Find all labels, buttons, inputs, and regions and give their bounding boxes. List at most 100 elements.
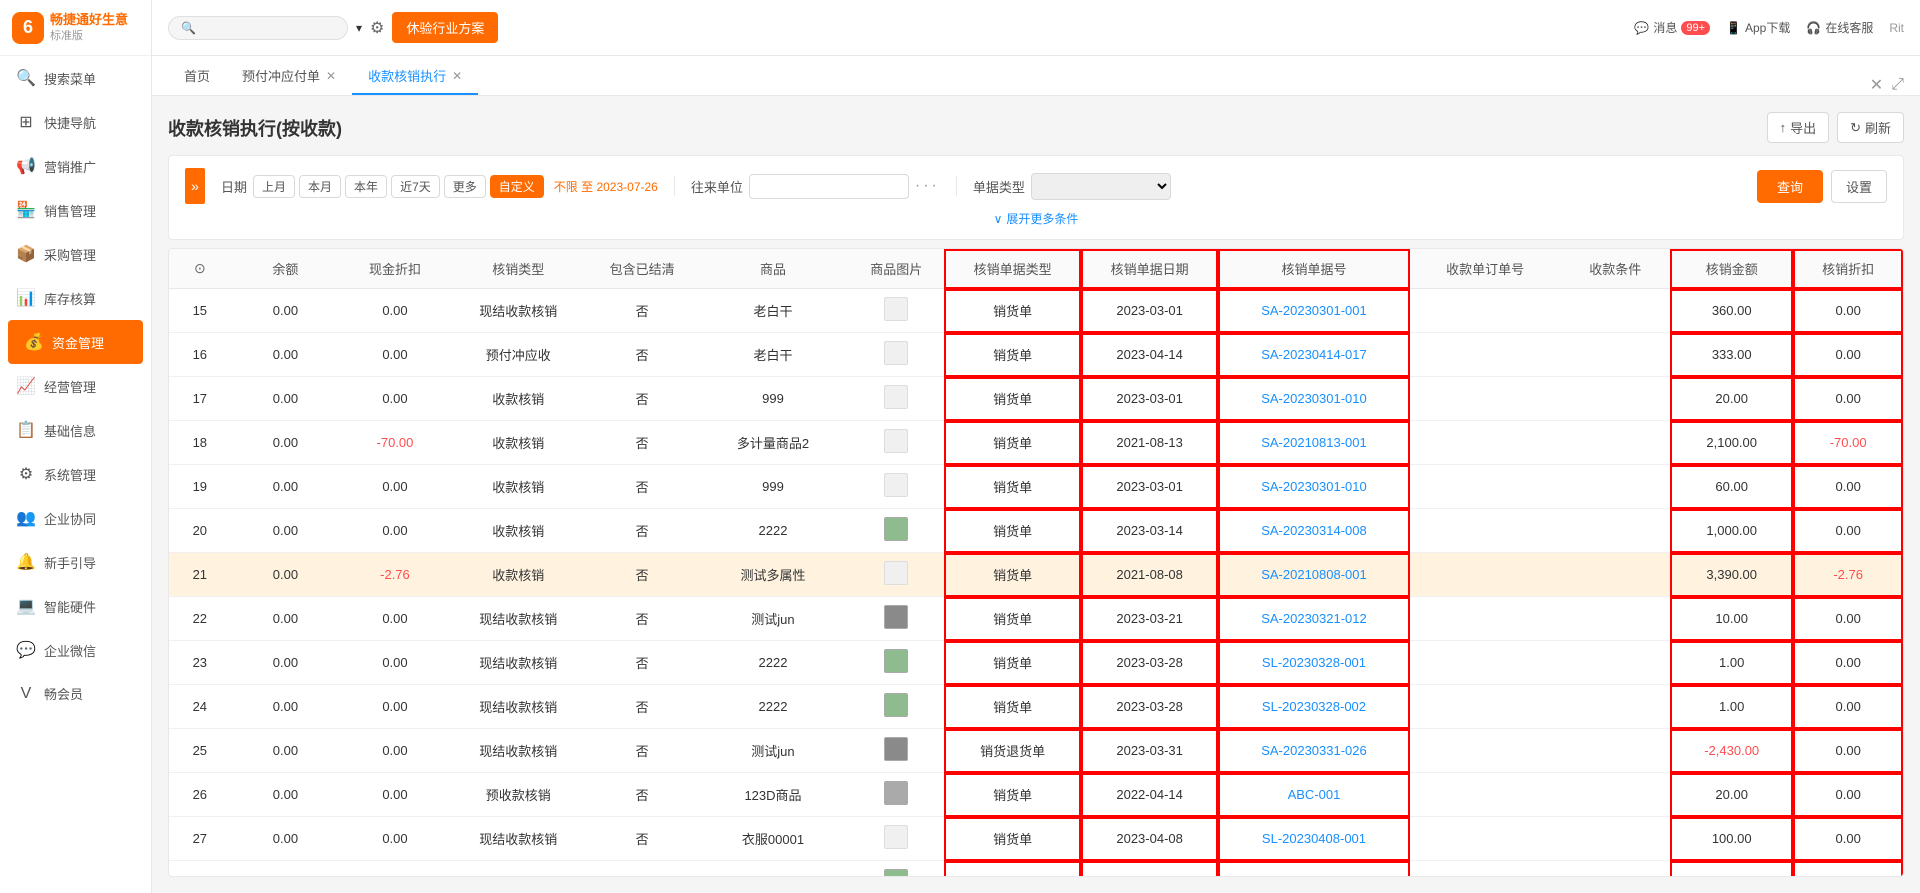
export-button[interactable]: ↑ 导出 <box>1767 112 1830 143</box>
cancel-no-link[interactable]: SL-20230418-001 <box>1262 875 1366 877</box>
row-cancel-amt: 1.00 <box>1670 641 1793 685</box>
date-btn-more[interactable]: 更多 <box>444 175 486 198</box>
refresh-icon: ↻ <box>1850 120 1861 136</box>
row-receipt-cond <box>1561 773 1671 817</box>
row-cancel-doc-date: 2023-04-14 <box>1081 333 1218 377</box>
receipt-type-label: 单据类型 <box>973 177 1025 196</box>
table-row: 25 0.00 0.00 现结收款核销 否 测试jun 销货退货单 2023-0… <box>169 729 1903 773</box>
to-from-input[interactable] <box>749 174 909 199</box>
row-receipt-no <box>1410 509 1561 553</box>
row-cancel-doc-date: 2023-03-01 <box>1081 377 1218 421</box>
row-goods: 123D商品 <box>698 773 849 817</box>
date-btn-last-month[interactable]: 上月 <box>253 175 295 198</box>
settings-button[interactable]: 设置 <box>1831 170 1887 203</box>
date-btn-7days[interactable]: 近7天 <box>391 175 440 198</box>
row-cancel-doc-no: SA-20210808-001 <box>1218 553 1410 597</box>
sidebar-item-member[interactable]: V 畅会员 <box>0 672 151 715</box>
row-goods: 老白干 <box>698 333 849 377</box>
cancel-no-link[interactable]: SA-20210808-001 <box>1261 567 1367 582</box>
close-window-icon[interactable]: ✕ <box>1870 75 1883 95</box>
sidebar-item-hardware[interactable]: 💻 智能硬件 <box>0 584 151 628</box>
row-cancel-doc-date: 2021-08-13 <box>1081 421 1218 465</box>
column-settings-icon[interactable]: ⊙ <box>194 260 206 276</box>
date-btn-this-year[interactable]: 本年 <box>345 175 387 198</box>
sidebar-item-label: 企业协同 <box>44 509 96 528</box>
sidebar-item-operations[interactable]: 📈 经营管理 <box>0 364 151 408</box>
cancel-no-link[interactable]: SL-20230328-002 <box>1262 699 1366 714</box>
date-btn-custom[interactable]: 自定义 <box>490 175 544 198</box>
row-cancel-doc-type: 销货退货单 <box>944 729 1081 773</box>
sidebar-item-wechat[interactable]: 💬 企业微信 <box>0 628 151 672</box>
sidebar-logo: 6 畅捷通好生意 标准版 <box>0 0 151 56</box>
row-cancel-disc: 0.00 <box>1793 817 1903 861</box>
logo-text: 畅捷通好生意 标准版 <box>50 12 128 43</box>
cancel-no-link[interactable]: ABC-001 <box>1288 787 1341 802</box>
row-num: 28 <box>169 861 231 878</box>
cancel-no-link[interactable]: SA-20230331-026 <box>1261 743 1367 758</box>
tab-receipt-label: 收款核销执行 <box>368 66 446 85</box>
sidebar-item-sales[interactable]: 🏪 销售管理 <box>0 188 151 232</box>
query-button[interactable]: 查询 <box>1757 170 1823 203</box>
sidebar-item-marketing[interactable]: 📢 营销推广 <box>0 144 151 188</box>
row-balance: 0.00 <box>231 465 341 509</box>
cancel-no-link[interactable]: SA-20230414-017 <box>1261 347 1367 362</box>
cancel-no-link[interactable]: SA-20230301-001 <box>1261 303 1367 318</box>
row-receipt-cond <box>1561 817 1671 861</box>
row-discount: 0.00 <box>340 773 450 817</box>
sidebar-item-enterprise[interactable]: 👥 企业协同 <box>0 496 151 540</box>
sidebar-item-system[interactable]: ⚙ 系统管理 <box>0 452 151 496</box>
sidebar-item-guide[interactable]: 🔔 新手引导 <box>0 540 151 584</box>
row-cancel-disc: 0.00 <box>1793 685 1903 729</box>
notification-area[interactable]: 💬 消息 99+ <box>1634 19 1710 36</box>
refresh-button[interactable]: ↻ 刷新 <box>1837 112 1904 143</box>
tab-prepay[interactable]: 预付冲应付单 ✕ <box>226 58 352 95</box>
row-cancel-type: 预收款核销 <box>450 773 587 817</box>
table-row: 18 0.00 -70.00 收款核销 否 多计量商品2 销货单 2021-08… <box>169 421 1903 465</box>
industry-solution-button[interactable]: 休验行业方案 <box>392 12 498 43</box>
row-balance: 0.00 <box>231 333 341 377</box>
sidebar-item-purchase[interactable]: 📦 采购管理 <box>0 232 151 276</box>
sidebar-item-inventory[interactable]: 📊 库存核算 <box>0 276 151 320</box>
sidebar-item-basic[interactable]: 📋 基础信息 <box>0 408 151 452</box>
cancel-no-link[interactable]: SA-20230314-008 <box>1261 523 1367 538</box>
expand-collapse-button[interactable]: » <box>185 168 205 204</box>
row-include: 否 <box>587 465 698 509</box>
tab-bar: 首页 预付冲应付单 ✕ 收款核销执行 ✕ ✕ ⤢ <box>152 56 1920 96</box>
row-cancel-doc-no: SA-20230414-017 <box>1218 333 1410 377</box>
cancel-no-link[interactable]: SL-20230328-001 <box>1262 655 1366 670</box>
online-service[interactable]: 🎧 在线客服 <box>1806 19 1873 36</box>
row-cancel-type: 收款核销 <box>450 465 587 509</box>
user-name[interactable]: Rit <box>1889 21 1904 35</box>
receipt-type-select[interactable] <box>1031 173 1171 200</box>
cancel-no-link[interactable]: SA-20230301-010 <box>1261 391 1367 406</box>
tab-home[interactable]: 首页 <box>168 58 226 95</box>
maximize-icon[interactable]: ⤢ <box>1891 76 1904 94</box>
date-btn-this-month[interactable]: 本月 <box>299 175 341 198</box>
app-download[interactable]: 📱 App下载 <box>1726 19 1790 36</box>
th-receipt-cond: 收款条件 <box>1561 249 1671 289</box>
tab-prepay-close[interactable]: ✕ <box>326 69 336 83</box>
window-controls: ✕ ⤢ <box>1870 75 1904 95</box>
tab-receipt-cancel[interactable]: 收款核销执行 ✕ <box>352 58 478 95</box>
row-include: 否 <box>587 817 698 861</box>
cancel-no-link[interactable]: SA-20210813-001 <box>1261 435 1367 450</box>
row-cancel-amt: 360.00 <box>1670 289 1793 333</box>
sidebar-item-quick-nav[interactable]: ⊞ 快捷导航 <box>0 100 151 144</box>
table-row: 28 0.00 0.00 现结收款核销 否 2222 销货单 2023-04-1… <box>169 861 1903 878</box>
sidebar-item-search[interactable]: 🔍 搜索菜单 <box>0 56 151 100</box>
cancel-no-link[interactable]: SL-20230408-001 <box>1262 831 1366 846</box>
row-cancel-doc-no: SA-20230301-001 <box>1218 289 1410 333</box>
tab-receipt-close[interactable]: ✕ <box>452 69 462 83</box>
topbar-dropdown[interactable]: ▾ <box>356 21 362 35</box>
sidebar-item-label: 企业微信 <box>44 641 96 660</box>
sidebar-item-finance[interactable]: 💰 资金管理 <box>8 320 143 364</box>
settings-icon[interactable]: ⚙ <box>370 18 384 38</box>
cancel-no-link[interactable]: SA-20230301-010 <box>1261 479 1367 494</box>
expand-more-conditions[interactable]: ∨ 展开更多条件 <box>185 210 1887 227</box>
cancel-no-link[interactable]: SA-20230321-012 <box>1261 611 1367 626</box>
row-goods-img <box>848 509 944 553</box>
row-balance: 0.00 <box>231 817 341 861</box>
row-goods: 测试多属性 <box>698 553 849 597</box>
row-goods: 老白干 <box>698 289 849 333</box>
row-num: 20 <box>169 509 231 553</box>
